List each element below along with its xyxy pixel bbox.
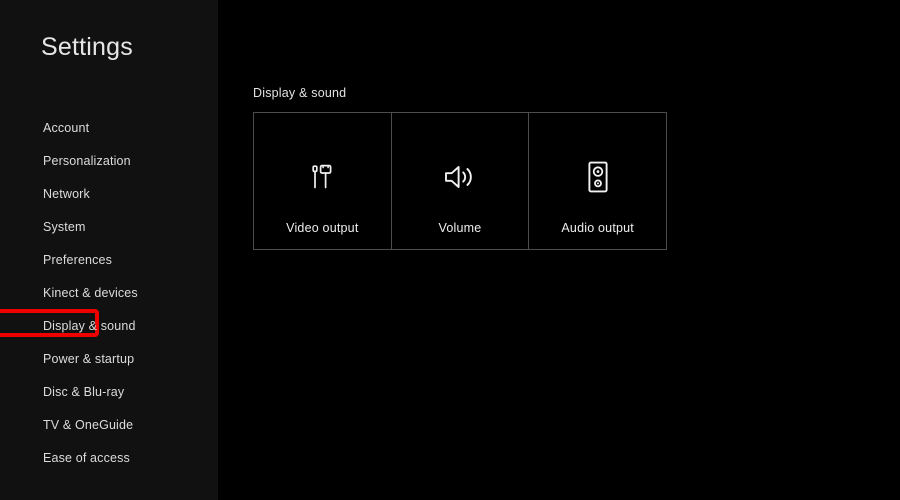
settings-sidebar: Settings Account Personalization Network… bbox=[0, 0, 218, 500]
sidebar-item-label: Preferences bbox=[43, 253, 113, 267]
main-content-panel: Display & sound Video output Volume Audi… bbox=[218, 0, 900, 500]
xbox-settings-screen: Settings Account Personalization Network… bbox=[0, 0, 900, 500]
sidebar-item-label: Disc & Blu-ray bbox=[43, 385, 125, 399]
sidebar-item-label: System bbox=[43, 220, 86, 234]
sidebar-item-tv-oneguide[interactable]: TV & OneGuide bbox=[0, 409, 218, 442]
tile-volume[interactable]: Volume bbox=[391, 113, 530, 249]
sidebar-item-preferences[interactable]: Preferences bbox=[0, 244, 218, 277]
tile-label: Video output bbox=[286, 221, 359, 235]
sidebar-item-power-startup[interactable]: Power & startup bbox=[0, 343, 218, 376]
sidebar-item-disc-bluray[interactable]: Disc & Blu-ray bbox=[0, 376, 218, 409]
sidebar-item-label: Ease of access bbox=[43, 451, 130, 465]
sidebar-item-account[interactable]: Account bbox=[0, 112, 218, 145]
sidebar-item-display-sound[interactable]: Display & sound bbox=[0, 309, 218, 343]
section-heading: Display & sound bbox=[253, 86, 347, 100]
sidebar-item-label: Account bbox=[43, 121, 90, 135]
display-sound-tile-group: Video output Volume Audio output bbox=[253, 112, 667, 250]
speaker-cabinet-icon bbox=[529, 157, 666, 197]
sidebar-item-label: Power & startup bbox=[43, 352, 135, 366]
tile-video-output[interactable]: Video output bbox=[254, 113, 392, 249]
tile-audio-output[interactable]: Audio output bbox=[529, 113, 667, 249]
sidebar-item-label: Kinect & devices bbox=[43, 286, 138, 300]
speaker-waves-icon bbox=[392, 157, 529, 197]
sidebar-item-ease-of-access[interactable]: Ease of access bbox=[0, 442, 218, 475]
tile-label: Audio output bbox=[561, 221, 634, 235]
sidebar-item-label: Display & sound bbox=[43, 319, 136, 333]
sidebar-nav-list: Account Personalization Network System P… bbox=[0, 112, 218, 475]
sidebar-item-kinect-devices[interactable]: Kinect & devices bbox=[0, 277, 218, 310]
sidebar-item-label: Personalization bbox=[43, 154, 131, 168]
sidebar-item-system[interactable]: System bbox=[0, 211, 218, 244]
page-title: Settings bbox=[41, 33, 133, 61]
sidebar-item-personalization[interactable]: Personalization bbox=[0, 145, 218, 178]
sidebar-item-label: TV & OneGuide bbox=[43, 418, 134, 432]
sidebar-item-network[interactable]: Network bbox=[0, 178, 218, 211]
video-cable-icon bbox=[254, 157, 391, 197]
tile-label: Volume bbox=[438, 221, 482, 235]
sidebar-item-label: Network bbox=[43, 187, 90, 201]
